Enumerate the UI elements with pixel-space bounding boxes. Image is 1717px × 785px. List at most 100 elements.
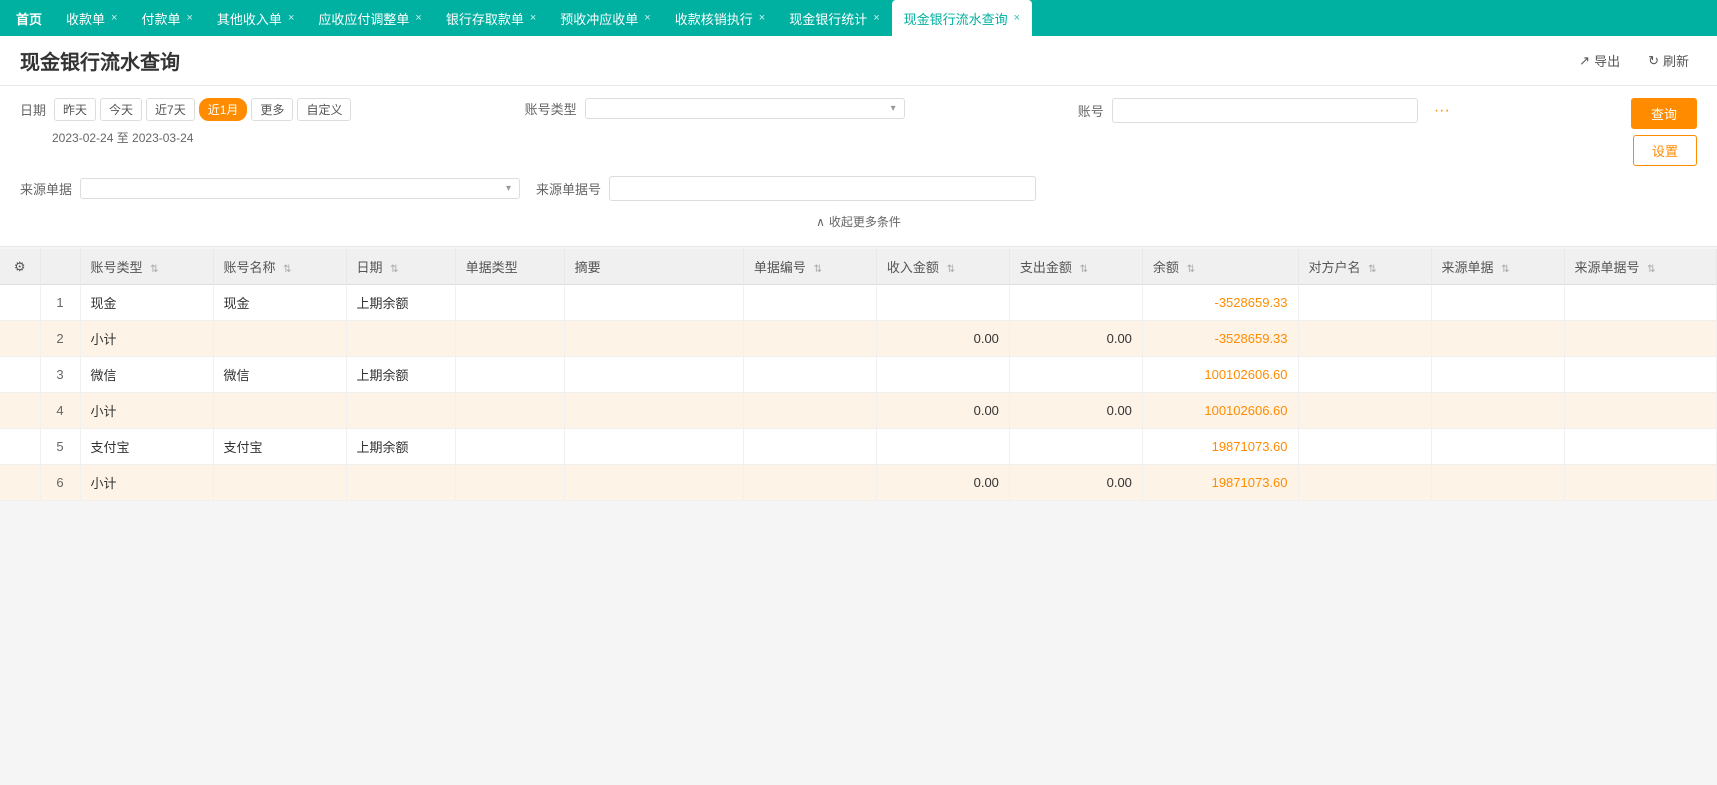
row-date [346,393,455,429]
row-expense: 0.00 [1009,393,1142,429]
nav-tab-advance-offset-label: 预收冲应收单 [560,9,638,28]
th-summary: 摘要 [564,249,743,285]
gear-icon: ⚙ [14,259,26,274]
nav-tab-cash-bank-flow[interactable]: 现金银行流水查询 × [892,0,1032,36]
th-expense[interactable]: 支出金额 ⇅ [1009,249,1142,285]
row-income: 0.00 [876,393,1009,429]
source-doc-label: 来源单据 [20,179,72,198]
th-income[interactable]: 收入金额 ⇅ [876,249,1009,285]
sort-expense-icon: ⇅ [1080,264,1088,275]
export-button[interactable]: ↗ 导出 [1571,47,1628,74]
date-label: 日期 [20,100,46,119]
row-counterparty [1298,285,1431,321]
th-date[interactable]: 日期 ⇅ [346,249,455,285]
th-account-name[interactable]: 账号名称 ⇅ [213,249,346,285]
th-doc-no[interactable]: 单据编号 ⇅ [743,249,876,285]
row-source-doc-no [1564,429,1716,465]
date-btn-more[interactable]: 更多 [251,98,293,121]
row-account-name [213,321,346,357]
nav-tab-advance-offset-close[interactable]: × [644,12,650,24]
row-account-type: 支付宝 [80,429,213,465]
row-account-type: 微信 [80,357,213,393]
th-balance[interactable]: 余额 ⇅ [1142,249,1298,285]
date-btn-7days[interactable]: 近7天 [146,98,195,121]
nav-tab-home-label: 首页 [16,9,42,28]
table-row: 4小计0.000.00100102606.60 [0,393,1717,429]
nav-tab-payment-close[interactable]: × [186,12,192,24]
row-account-name: 现金 [213,285,346,321]
header-actions: ↗ 导出 ↻ 刷新 [1571,47,1697,74]
source-doc-chevron: ▾ [506,183,511,194]
row-source-doc-no [1564,321,1716,357]
refresh-button[interactable]: ↻ 刷新 [1640,47,1697,74]
collapse-bar[interactable]: ∧ 收起更多条件 [20,209,1697,234]
nav-tab-ap-adjust[interactable]: 应收应付调整单 × [306,0,433,36]
date-btn-today[interactable]: 今天 [100,98,142,121]
nav-tab-cash-bank-stat[interactable]: 现金银行统计 × [777,0,891,36]
nav-tab-bank-deposit-label: 银行存取款单 [446,9,524,28]
row-summary [564,357,743,393]
nav-tab-collection-exec-close[interactable]: × [759,12,765,24]
row-account-type: 小计 [80,393,213,429]
sort-source-doc-no-icon: ⇅ [1647,264,1655,275]
nav-tab-ap-adjust-close[interactable]: × [415,12,421,24]
table-row: 1现金现金上期余额-3528659.33 [0,285,1717,321]
nav-tab-bank-deposit[interactable]: 银行存取款单 × [434,0,548,36]
th-counterparty[interactable]: 对方户名 ⇅ [1298,249,1431,285]
date-btn-custom[interactable]: 自定义 [297,98,351,121]
nav-tab-home[interactable]: 首页 [4,0,54,36]
export-icon: ↗ [1579,53,1590,69]
nav-tab-cash-bank-stat-label: 现金银行统计 [789,9,867,28]
row-counterparty [1298,321,1431,357]
query-button[interactable]: 查询 [1631,98,1697,129]
row-gear-cell [0,321,40,357]
sort-account-name-icon: ⇅ [283,264,291,275]
row-date [346,465,455,501]
row-doc-type [455,285,564,321]
source-doc-no-label: 来源单据号 [536,179,601,198]
nav-tab-bank-deposit-close[interactable]: × [530,12,536,24]
th-source-doc-no[interactable]: 来源单据号 ⇅ [1564,249,1716,285]
nav-tab-collection-exec[interactable]: 收款核销执行 × [663,0,777,36]
filter-right-buttons: 查询 设置 [1631,98,1697,166]
nav-tab-advance-offset[interactable]: 预收冲应收单 × [548,0,662,36]
row-source-doc [1431,321,1564,357]
page-header: 现金银行流水查询 ↗ 导出 ↻ 刷新 [0,36,1717,86]
row-gear-cell [0,429,40,465]
source-doc-no-input[interactable] [609,176,1036,201]
row-balance: 100102606.60 [1142,357,1298,393]
row-doc-type [455,321,564,357]
th-source-doc[interactable]: 来源单据 ⇅ [1431,249,1564,285]
table-row: 3微信微信上期余额100102606.60 [0,357,1717,393]
row-doc-no [743,321,876,357]
row-source-doc [1431,285,1564,321]
row-balance: -3528659.33 [1142,321,1298,357]
row-account-name: 微信 [213,357,346,393]
nav-tab-receipt-close[interactable]: × [111,12,117,24]
nav-tab-payment[interactable]: 付款单 × [129,0,204,36]
nav-tab-ap-adjust-label: 应收应付调整单 [318,9,409,28]
account-type-select[interactable]: ▾ [585,98,905,119]
nav-tab-other-income-close[interactable]: × [288,12,294,24]
account-dots-btn[interactable]: ··· [1426,100,1458,122]
row-summary [564,429,743,465]
th-gear[interactable]: ⚙ [0,249,40,285]
account-input[interactable] [1112,98,1418,123]
nav-tab-cash-bank-flow-close[interactable]: × [1014,12,1020,24]
date-btn-yesterday[interactable]: 昨天 [54,98,96,121]
row-balance: -3528659.33 [1142,285,1298,321]
row-account-name [213,393,346,429]
sort-balance-icon: ⇅ [1187,264,1195,275]
th-account-type[interactable]: 账号类型 ⇅ [80,249,213,285]
date-btn-1month[interactable]: 近1月 [199,98,248,121]
setting-button[interactable]: 设置 [1633,135,1697,166]
source-doc-select[interactable]: ▾ [80,178,520,199]
export-label: 导出 [1594,51,1620,70]
account-label: 账号 [1078,101,1104,120]
row-index: 5 [40,429,80,465]
row-source-doc-no [1564,465,1716,501]
nav-tab-other-income[interactable]: 其他收入单 × [205,0,306,36]
nav-tab-cash-bank-stat-close[interactable]: × [873,12,879,24]
row-doc-no [743,357,876,393]
nav-tab-receipt[interactable]: 收款单 × [54,0,129,36]
